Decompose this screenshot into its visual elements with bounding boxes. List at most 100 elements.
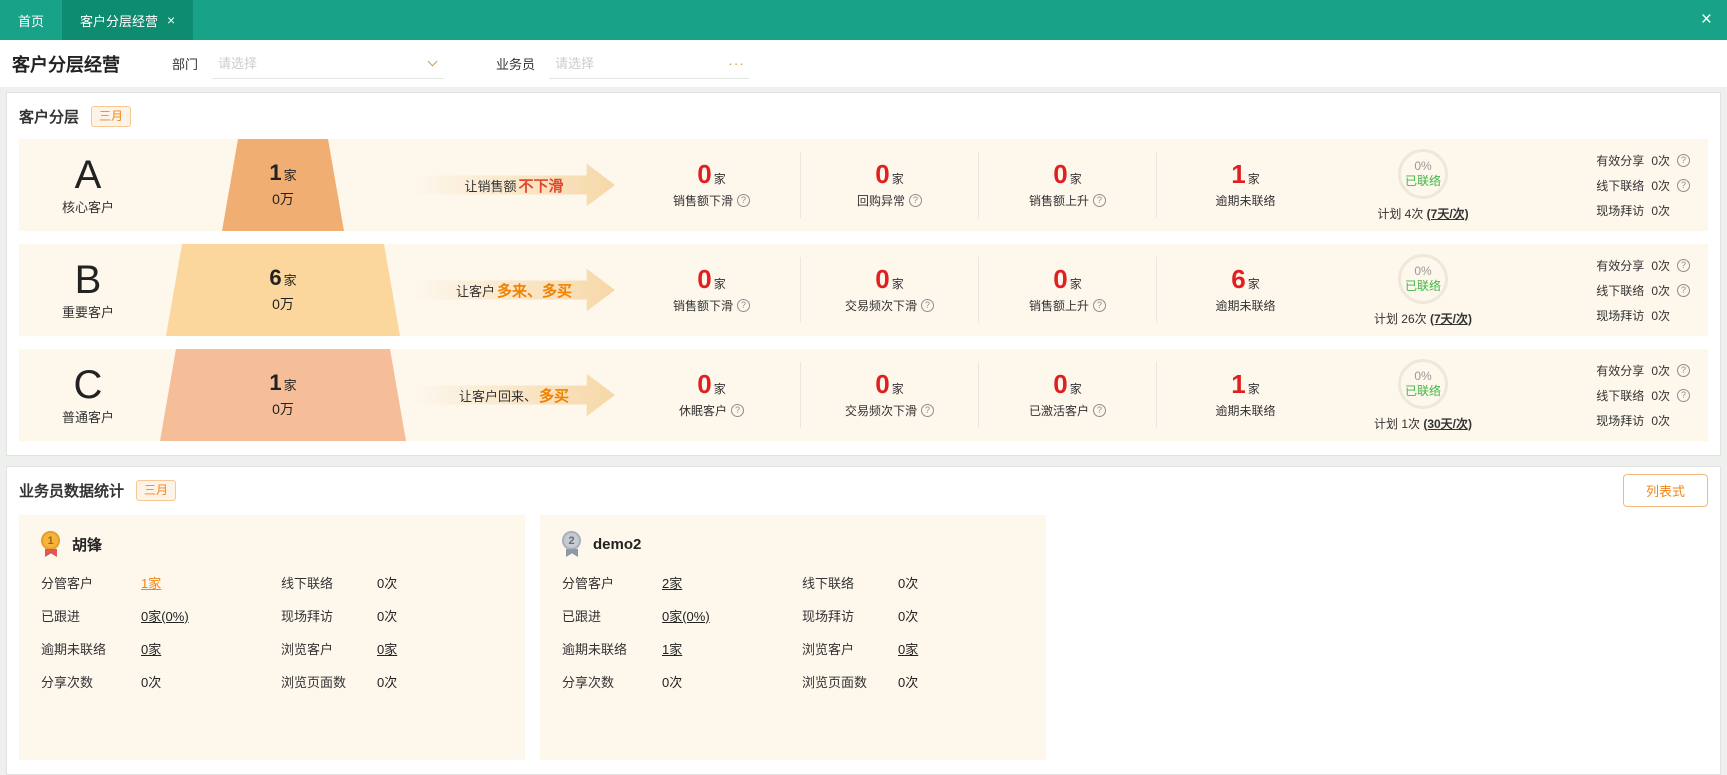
stat-overdue: 1家 逾期未联络 xyxy=(1215,369,1276,418)
toolbar: 客户分层经营 部门 业务员 ··· xyxy=(0,40,1727,87)
share-stat-line: 线下联络 0次? xyxy=(1512,282,1690,299)
share-stat-line: 有效分享 0次? xyxy=(1512,257,1690,274)
help-icon[interactable]: ? xyxy=(1093,194,1106,207)
salesperson-picker[interactable]: ··· xyxy=(549,49,750,79)
stat-link[interactable]: 0家 xyxy=(377,639,503,658)
segment-letter: B xyxy=(74,258,102,302)
goal-text: 让销售额 不下滑 xyxy=(464,177,564,195)
share-stats: 有效分享 0次? 线下联络 0次? 现场拜访 0次 xyxy=(1512,362,1708,429)
help-icon[interactable]: ? xyxy=(1093,404,1106,417)
help-icon[interactable]: ? xyxy=(1677,388,1690,402)
goal-highlight: 多买 xyxy=(539,387,570,405)
window-close-icon[interactable]: × xyxy=(1686,0,1727,40)
stat-link[interactable]: 0家 xyxy=(141,639,281,658)
progress-ring: 0% 已联络 xyxy=(1398,358,1448,409)
progress-percent: 0% xyxy=(1414,264,1432,279)
help-icon[interactable]: ? xyxy=(1677,258,1690,272)
department-label: 部门 xyxy=(172,57,199,72)
segment-amount: 0万 xyxy=(272,295,294,312)
stat-link[interactable]: 0家(0%) xyxy=(141,606,281,625)
help-icon[interactable]: ? xyxy=(1093,299,1106,312)
help-icon[interactable]: ? xyxy=(909,194,922,207)
salesperson-picker-input[interactable] xyxy=(553,54,723,72)
salesperson-card: 1 胡锋 分管客户 1家 线下联络 0次 已跟进 0家(0%) 现场拜访 0次 … xyxy=(19,515,525,760)
tab-customer-segmentation[interactable]: 客户分层经营 × xyxy=(62,0,194,40)
segment-stat: 0家 销售额下滑? xyxy=(623,152,801,218)
rank-medal-icon: 2 xyxy=(562,531,582,557)
stat-link[interactable]: 2家 xyxy=(662,573,802,592)
top-tab-bar: 首页 客户分层经营 × × xyxy=(0,0,1727,40)
contact-progress: 0% 已联络 计划 4次 (7天/次) xyxy=(1334,148,1512,222)
help-icon[interactable]: ? xyxy=(737,299,750,312)
help-icon[interactable]: ? xyxy=(737,194,750,207)
progress-status: 已联络 xyxy=(1404,383,1441,398)
salesperson-panel: 业务员数据统计 三月 列表式 1 胡锋 分管客户 1家 线下联络 0次 已跟进 … xyxy=(6,466,1721,775)
help-icon[interactable]: ? xyxy=(731,404,744,417)
goal-text: 让客户回来、 多买 xyxy=(458,387,570,405)
department-select[interactable] xyxy=(212,49,445,79)
goal-highlight: 多来、多买 xyxy=(497,282,573,300)
segmentation-title: 客户分层 xyxy=(19,108,80,126)
page-title: 客户分层经营 xyxy=(12,54,120,75)
ellipsis-icon[interactable]: ··· xyxy=(728,55,745,71)
stat-overdue: 1家 逾期未联络 xyxy=(1215,159,1276,208)
segment-stat: 0家 交易频次下滑? xyxy=(801,362,979,428)
segment-rows: A 核心客户 1家 0万 让销售额 不下滑 0家 销售额下滑? 0家 回购异常 … xyxy=(19,139,1708,441)
department-select-input[interactable] xyxy=(216,54,424,72)
stat-link[interactable]: 0家(0%) xyxy=(662,606,802,625)
goal-arrow: 让销售额 不下滑 xyxy=(413,157,615,213)
help-icon[interactable]: ? xyxy=(1677,363,1690,377)
goal-arrow: 让客户 多来、多买 xyxy=(413,262,615,318)
segment-count: 1家 xyxy=(269,159,297,185)
contact-progress: 0% 已联络 计划 26次 (7天/次) xyxy=(1334,253,1512,327)
share-stats: 有效分享 0次? 线下联络 0次? 现场拜访 0次 xyxy=(1512,152,1708,219)
segmentation-panel: 客户分层 三月 A 核心客户 1家 0万 让销售额不下滑 0家 销售额下滑? xyxy=(6,92,1721,456)
help-icon[interactable]: ? xyxy=(921,299,934,312)
tab-close-icon[interactable]: × xyxy=(167,13,175,27)
stat-overdue: 6家 逾期未联络 xyxy=(1215,264,1276,313)
progress-ring: 0% 已联络 xyxy=(1398,253,1448,304)
help-icon[interactable]: ? xyxy=(1677,178,1690,192)
rank-medal-icon: 1 xyxy=(41,531,61,557)
stat-link[interactable]: 1家 xyxy=(141,573,281,592)
contact-plan: 计划 1次 (30天/次) xyxy=(1373,416,1473,431)
segment-category: 普通客户 xyxy=(61,410,114,425)
segment-identity: A 核心客户 xyxy=(19,154,157,216)
stat-link[interactable]: 0家 xyxy=(898,639,1024,658)
help-icon[interactable]: ? xyxy=(1677,153,1690,167)
segment-stat: 0家 销售额下滑? xyxy=(623,257,801,323)
tab-home-label: 首页 xyxy=(18,13,45,29)
department-filter: 部门 xyxy=(172,49,445,79)
share-stat-line: 线下联络 0次? xyxy=(1512,387,1690,404)
segment-identity: B 重要客户 xyxy=(19,259,157,321)
salesperson-name: demo2 xyxy=(593,535,642,553)
segment-row-a: A 核心客户 1家 0万 让销售额 不下滑 0家 销售额下滑? 0家 回购异常 … xyxy=(19,139,1708,231)
goal-arrow: 让客户回来、 多买 xyxy=(413,367,615,423)
stat-link[interactable]: 1家 xyxy=(662,639,802,658)
goal-highlight: 不下滑 xyxy=(518,177,564,195)
segment-category: 重要客户 xyxy=(61,305,114,320)
month-badge: 三月 xyxy=(136,479,177,501)
list-view-button[interactable]: 列表式 xyxy=(1622,473,1708,507)
progress-percent: 0% xyxy=(1414,369,1432,384)
progress-ring: 0% 已联络 xyxy=(1398,148,1448,199)
pyramid-segment-shape: 6家 0万 xyxy=(166,244,400,336)
share-stat-line: 线下联络 0次? xyxy=(1512,177,1690,194)
segment-stat: 0家 销售额上升? xyxy=(979,152,1157,218)
contact-progress: 0% 已联络 计划 1次 (30天/次) xyxy=(1334,358,1512,432)
share-stats: 有效分享 0次? 线下联络 0次? 现场拜访 0次 xyxy=(1512,257,1708,324)
segment-letter: A xyxy=(74,153,102,197)
salesperson-panel-header: 业务员数据统计 三月 列表式 xyxy=(19,467,1708,513)
help-icon[interactable]: ? xyxy=(1677,283,1690,297)
segment-identity: C 普通客户 xyxy=(19,364,157,426)
month-badge: 三月 xyxy=(91,105,132,127)
salesperson-label: 业务员 xyxy=(496,57,536,72)
salesperson-name: 胡锋 xyxy=(72,536,103,554)
help-icon[interactable]: ? xyxy=(921,404,934,417)
pyramid-segment-shape: 1家 0万 xyxy=(160,349,406,441)
share-stat-line: 现场拜访 0次 xyxy=(1596,308,1670,323)
progress-percent: 0% xyxy=(1414,159,1432,174)
tab-home[interactable]: 首页 xyxy=(0,0,62,40)
segment-count: 1家 xyxy=(269,369,297,395)
contact-plan: 计划 4次 (7天/次) xyxy=(1377,206,1469,221)
